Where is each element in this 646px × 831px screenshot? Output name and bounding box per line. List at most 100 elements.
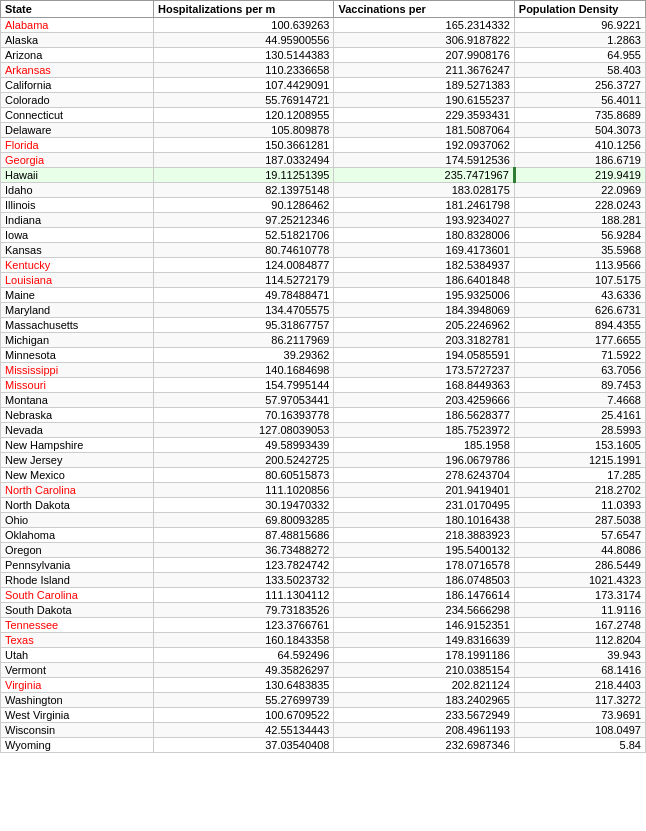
cell-dens: 39.943 xyxy=(514,648,645,663)
cell-vacc: 210.0385154 xyxy=(334,663,514,678)
cell-state: Alaska xyxy=(1,33,154,48)
cell-vacc: 181.2461798 xyxy=(334,198,514,213)
table-row: Ohio69.80093285180.1016438287.5038 xyxy=(1,513,646,528)
cell-state: Nebraska xyxy=(1,408,154,423)
col-header-dens: Population Density xyxy=(514,1,645,18)
cell-dens: 25.4161 xyxy=(514,408,645,423)
cell-hosp: 36.73488272 xyxy=(154,543,334,558)
cell-vacc: 233.5672949 xyxy=(334,708,514,723)
cell-dens: 177.6655 xyxy=(514,333,645,348)
table-row: Maryland134.4705575184.3948069626.6731 xyxy=(1,303,646,318)
cell-state: Indiana xyxy=(1,213,154,228)
table-row: Idaho82.13975148183.02817522.0969 xyxy=(1,183,646,198)
table-row: Connecticut120.1208955229.3593431735.868… xyxy=(1,108,646,123)
cell-state: Hawaii xyxy=(1,168,154,183)
data-table: State Hospitalizations per m Vaccination… xyxy=(0,0,646,753)
cell-hosp: 111.1304112 xyxy=(154,588,334,603)
cell-state: West Virginia xyxy=(1,708,154,723)
cell-state: Tennessee xyxy=(1,618,154,633)
cell-hosp: 57.97053441 xyxy=(154,393,334,408)
cell-state: Alabama xyxy=(1,18,154,33)
cell-vacc: 195.5400132 xyxy=(334,543,514,558)
cell-dens: 89.7453 xyxy=(514,378,645,393)
cell-state: California xyxy=(1,78,154,93)
cell-state: Iowa xyxy=(1,228,154,243)
cell-vacc: 193.9234027 xyxy=(334,213,514,228)
cell-hosp: 127.08039053 xyxy=(154,423,334,438)
table-row: Alaska44.95900556306.91878221.2863 xyxy=(1,33,646,48)
cell-dens: 228.0243 xyxy=(514,198,645,213)
cell-state: Louisiana xyxy=(1,273,154,288)
cell-state: Idaho xyxy=(1,183,154,198)
cell-state: Oregon xyxy=(1,543,154,558)
cell-state: Washington xyxy=(1,693,154,708)
cell-hosp: 80.60515873 xyxy=(154,468,334,483)
cell-dens: 186.6719 xyxy=(514,153,645,168)
cell-vacc: 203.4259666 xyxy=(334,393,514,408)
table-row: Indiana97.25212346193.9234027188.281 xyxy=(1,213,646,228)
cell-hosp: 70.16393778 xyxy=(154,408,334,423)
cell-state: Texas xyxy=(1,633,154,648)
cell-hosp: 123.7824742 xyxy=(154,558,334,573)
table-row: Kansas80.74610778169.417360135.5968 xyxy=(1,243,646,258)
cell-state: North Dakota xyxy=(1,498,154,513)
cell-hosp: 39.29362 xyxy=(154,348,334,363)
cell-state: Michigan xyxy=(1,333,154,348)
cell-vacc: 165.2314332 xyxy=(334,18,514,33)
cell-state: Rhode Island xyxy=(1,573,154,588)
cell-vacc: 182.5384937 xyxy=(334,258,514,273)
table-row: Virginia130.6483835202.821124218.4403 xyxy=(1,678,646,693)
cell-hosp: 100.6709522 xyxy=(154,708,334,723)
cell-dens: 1.2863 xyxy=(514,33,645,48)
table-row: Oregon36.73488272195.540013244.8086 xyxy=(1,543,646,558)
cell-dens: 153.1605 xyxy=(514,438,645,453)
cell-vacc: 205.2246962 xyxy=(334,318,514,333)
cell-state: South Carolina xyxy=(1,588,154,603)
cell-dens: 56.4011 xyxy=(514,93,645,108)
cell-state: Vermont xyxy=(1,663,154,678)
table-row: Hawaii19.11251395235.7471967219.9419 xyxy=(1,168,646,183)
cell-state: New Hampshire xyxy=(1,438,154,453)
table-row: Florida150.3661281192.0937062410.1256 xyxy=(1,138,646,153)
cell-hosp: 154.7995144 xyxy=(154,378,334,393)
cell-dens: 96.9221 xyxy=(514,18,645,33)
cell-hosp: 49.78488471 xyxy=(154,288,334,303)
table-row: Illinois90.1286462181.2461798228.0243 xyxy=(1,198,646,213)
cell-hosp: 69.80093285 xyxy=(154,513,334,528)
table-row: West Virginia100.6709522233.567294973.96… xyxy=(1,708,646,723)
cell-state: North Carolina xyxy=(1,483,154,498)
cell-vacc: 211.3676247 xyxy=(334,63,514,78)
cell-state: Missouri xyxy=(1,378,154,393)
cell-dens: 11.0393 xyxy=(514,498,645,513)
table-row: Iowa52.51821706180.832800656.9284 xyxy=(1,228,646,243)
cell-state: Pennsylvania xyxy=(1,558,154,573)
cell-dens: 56.9284 xyxy=(514,228,645,243)
cell-vacc: 186.0748503 xyxy=(334,573,514,588)
table-row: Tennessee123.3766761146.9152351167.2748 xyxy=(1,618,646,633)
table-row: Alabama100.639263165.231433296.9221 xyxy=(1,18,646,33)
table-row: Delaware105.809878181.5087064504.3073 xyxy=(1,123,646,138)
cell-vacc: 183.2402965 xyxy=(334,693,514,708)
cell-vacc: 169.4173601 xyxy=(334,243,514,258)
cell-state: Florida xyxy=(1,138,154,153)
cell-hosp: 107.4429091 xyxy=(154,78,334,93)
cell-dens: 17.285 xyxy=(514,468,645,483)
cell-state: New Mexico xyxy=(1,468,154,483)
cell-hosp: 105.809878 xyxy=(154,123,334,138)
cell-state: Kentucky xyxy=(1,258,154,273)
cell-dens: 735.8689 xyxy=(514,108,645,123)
cell-vacc: 146.9152351 xyxy=(334,618,514,633)
cell-hosp: 133.5023732 xyxy=(154,573,334,588)
cell-state: Montana xyxy=(1,393,154,408)
cell-hosp: 134.4705575 xyxy=(154,303,334,318)
cell-dens: 107.5175 xyxy=(514,273,645,288)
table-row: New Hampshire49.58993439185.1958153.1605 xyxy=(1,438,646,453)
col-header-state: State xyxy=(1,1,154,18)
cell-state: Arizona xyxy=(1,48,154,63)
cell-hosp: 49.35826297 xyxy=(154,663,334,678)
cell-vacc: 195.9325006 xyxy=(334,288,514,303)
cell-dens: 218.4403 xyxy=(514,678,645,693)
table-row: Wisconsin42.55134443208.4961193108.0497 xyxy=(1,723,646,738)
cell-hosp: 80.74610778 xyxy=(154,243,334,258)
cell-vacc: 186.5628377 xyxy=(334,408,514,423)
